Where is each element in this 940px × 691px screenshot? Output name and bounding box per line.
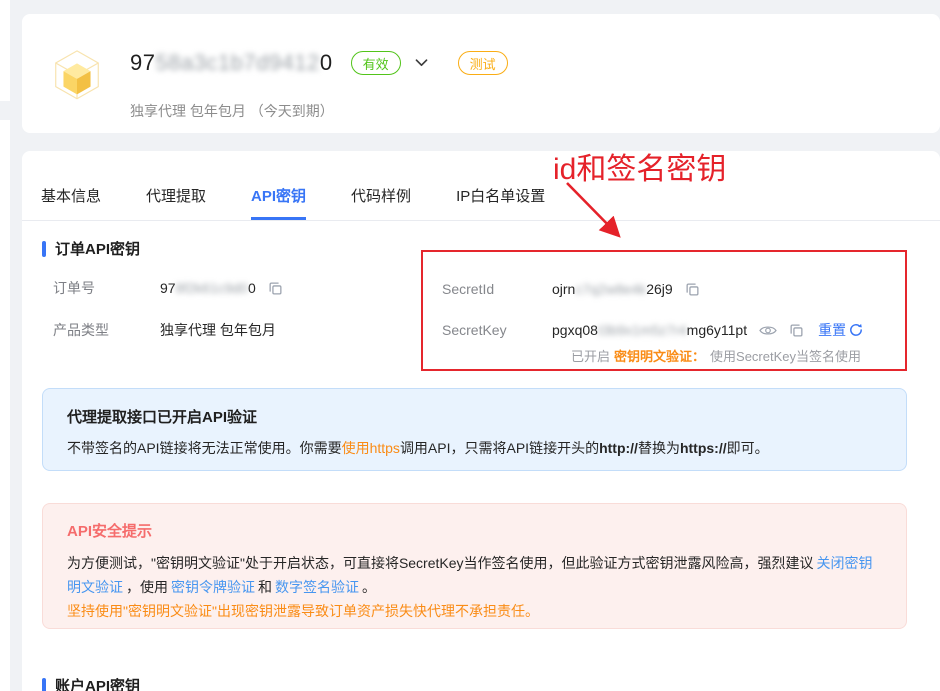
- copy-icon[interactable]: [685, 282, 700, 297]
- env-badge: 测试: [458, 51, 508, 75]
- order-header-card: 9758a3c1b7d94120 有效 测试 独享代理 包年包月 （今天到期）: [22, 14, 940, 133]
- copy-icon[interactable]: [789, 323, 804, 338]
- reset-key-button[interactable]: 重置: [818, 320, 863, 340]
- masked-secret-key: t3b9x1m5z7r4: [598, 322, 687, 338]
- masked-secret-id: c7q2w8e4k: [575, 281, 646, 297]
- tab-bar: 基本信息 代理提取 API密钥 代码样例 IP白名单设置: [22, 151, 940, 221]
- order-subtitle: 独享代理 包年包月 （今天到期）: [130, 101, 334, 121]
- section-accent-bar: [42, 678, 46, 691]
- status-badge: 有效: [351, 51, 401, 75]
- order-number-value: 978f2k61c9d00: [160, 280, 256, 296]
- chevron-down-icon[interactable]: [415, 59, 428, 67]
- secret-key-value: pgxq08t3b9x1m5z7r4mg6y11pt: [552, 322, 747, 338]
- masked-order-digits: 58a3c1b7d9412: [155, 50, 319, 75]
- plain-key-note: 已开启密钥明文验证：使用SecretKey当签名使用: [571, 346, 861, 365]
- tab-api-key[interactable]: API密钥: [251, 185, 306, 220]
- product-type-row: 产品类型 独享代理 包年包月: [53, 320, 276, 340]
- cube-icon: [48, 47, 106, 105]
- secret-id-row: SecretId ojrnc7q2w8e4k26j9: [442, 281, 700, 297]
- token-verify-link[interactable]: 密钥令牌验证: [171, 579, 255, 595]
- account-key-section-title: 账户API密钥: [42, 675, 140, 691]
- plain-verify-highlight: 密钥明文验证：: [614, 349, 705, 364]
- api-key-card: 基本信息 代理提取 API密钥 代码样例 IP白名单设置 订单API密钥 订单号…: [22, 151, 940, 691]
- secret-id-value: ojrnc7q2w8e4k26j9: [552, 281, 673, 297]
- section-accent-bar: [42, 241, 46, 257]
- signature-verify-link[interactable]: 数字签名验证: [275, 579, 359, 595]
- info-box-body: 不带签名的API链接将无法正常使用。你需要使用https调用API，只需将API…: [67, 438, 882, 460]
- tab-ip-whitelist[interactable]: IP白名单设置: [456, 185, 545, 220]
- warning-box-title: API安全提示: [67, 520, 882, 541]
- secret-key-highlight-box: SecretId ojrnc7q2w8e4k26j9 SecretKey pgx…: [421, 250, 907, 371]
- tab-basic-info[interactable]: 基本信息: [41, 185, 101, 220]
- api-security-warning-box: API安全提示 为方便测试，"密钥明文验证"处于开启状态，可直接将SecretK…: [42, 503, 907, 629]
- tab-proxy-extract[interactable]: 代理提取: [146, 185, 206, 220]
- order-title: 9758a3c1b7d94120: [130, 50, 333, 76]
- left-panel-notch: [0, 101, 10, 120]
- eye-icon[interactable]: [759, 324, 777, 337]
- annotation-arrow: [558, 175, 638, 250]
- masked-order-number: 8f2k61c9d0: [176, 280, 248, 296]
- refresh-icon: [849, 323, 863, 337]
- api-verification-info-box: 代理提取接口已开启API验证 不带签名的API链接将无法正常使用。你需要使用ht…: [42, 388, 907, 471]
- liability-notice: 坚持使用"密钥明文验证"出现密钥泄露导致订单资产损失快代理不承担责任。: [67, 603, 539, 619]
- tab-code-samples[interactable]: 代码样例: [351, 185, 411, 220]
- order-number-row: 订单号 978f2k61c9d00: [53, 278, 283, 298]
- info-box-title: 代理提取接口已开启API验证: [67, 406, 882, 427]
- use-https-link[interactable]: 使用https: [342, 440, 400, 456]
- order-key-section-title: 订单API密钥: [42, 238, 140, 259]
- copy-icon[interactable]: [268, 281, 283, 296]
- warning-box-body: 为方便测试，"密钥明文验证"处于开启状态，可直接将SecretKey当作签名使用…: [67, 551, 882, 623]
- secret-key-row: SecretKey pgxq08t3b9x1m5z7r4mg6y11pt 重置: [442, 320, 863, 340]
